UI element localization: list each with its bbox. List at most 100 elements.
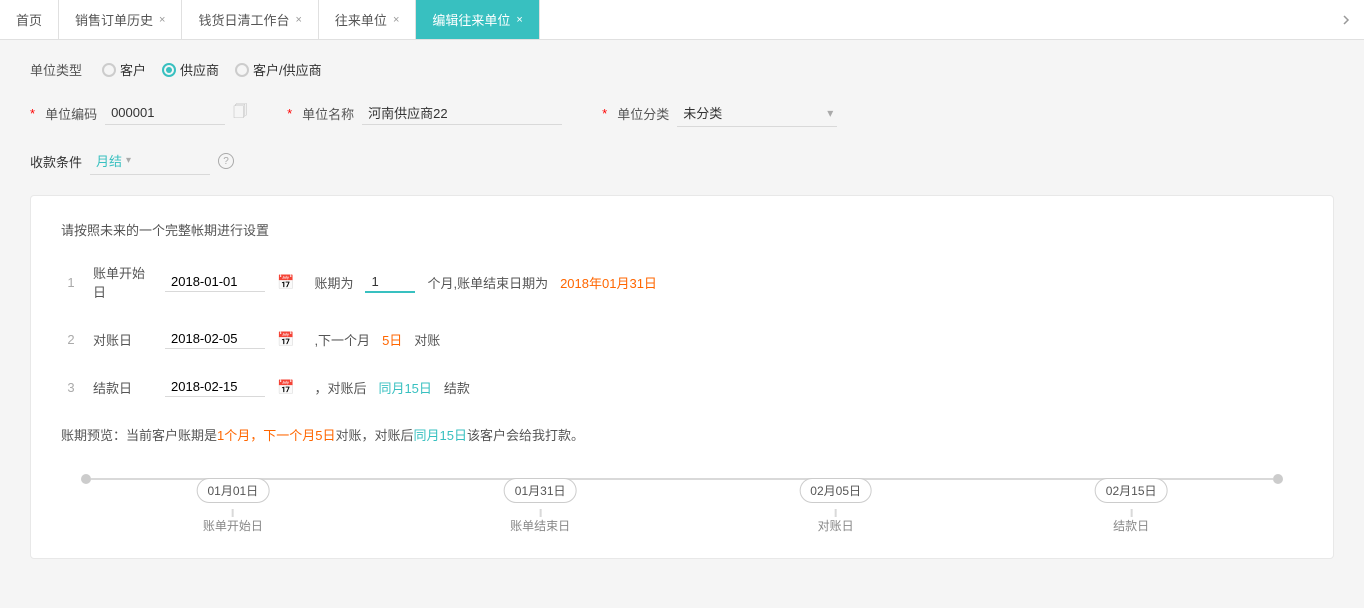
reconcile-highlight: 5日 [382,330,402,349]
required-star-cat: * [602,106,607,121]
period-num-2: 2 [61,332,81,347]
tab-partner[interactable]: 往来单位 × [319,0,416,39]
radio-customer-circle [102,63,116,77]
timeline-node-1: 01月01日 账单开始日 [196,478,269,534]
period-row-3: 3 结款日 📅 ，对账后同月15日 结款 [61,377,1303,397]
required-star-code: * [30,106,35,121]
timeline-left-dot [81,474,91,484]
timeline-inner: 01月01日 账单开始日 01月31日 账单结束日 02月05日 对账 [81,474,1283,484]
unit-category-field: * 单位分类 未分类 ▾ [602,99,833,127]
reconcile-date-cal-icon[interactable]: 📅 [277,331,294,348]
preview-text4: 同月15日 [414,428,467,443]
radio-customer-label: 客户 [120,60,146,79]
unit-name-input[interactable] [362,101,562,125]
copy-icon[interactable]: 🗍 [233,101,247,125]
help-icon[interactable]: ? [218,153,234,169]
tl-badge-2: 01月31日 [504,478,577,503]
period-num-3: 3 [61,380,81,395]
reconcile-suffix: 对账 [414,330,440,349]
tl-badge-3: 02月05日 [799,478,872,503]
tab-cash-work[interactable]: 钱货日清工作台 × [182,0,318,39]
tab-partner-close[interactable]: × [393,14,399,26]
tab-partner-label: 往来单位 [335,10,387,29]
card-instruction: 请按照未来的一个完整帐期进行设置 [61,220,1303,239]
timeline-node-4: 02月15日 结款日 [1095,478,1168,534]
payment-cond-value: 月结 [96,151,122,170]
period-suffix-after: 个月,账单结束日期为 [427,273,548,292]
settlement-highlight: 同月15日 [378,378,431,397]
period-num-1: 1 [61,275,81,290]
required-star-name: * [287,106,292,121]
tl-connector-3 [835,509,837,517]
tab-home[interactable]: 首页 [0,0,59,39]
tab-edit-partner-close[interactable]: × [516,14,522,26]
tab-edit-partner-label: 编辑往来单位 [432,10,510,29]
reconcile-prefix: ,下一个月 [314,330,370,349]
tl-label-1: 账单开始日 [203,517,263,534]
category-chevron-icon: ▾ [827,106,833,120]
radio-supplier[interactable]: 供应商 [162,60,219,79]
timeline-node-2: 01月31日 账单结束日 [504,478,577,534]
payment-cond-label: 收款条件 [30,152,82,171]
tab-sales-history-label: 销售订单历史 [75,10,153,29]
reconcile-date-input[interactable] [165,329,265,349]
tab-bar: 首页 销售订单历史 × 钱货日清工作台 × 往来单位 × 编辑往来单位 × [0,0,1364,40]
payment-cond-select[interactable]: 月结 ▾ [90,147,210,175]
tab-edit-partner[interactable]: 编辑往来单位 × [416,0,539,39]
radio-both-circle [235,63,249,77]
tab-cash-work-close[interactable]: × [295,14,301,26]
period-label-3: 结款日 [93,378,153,397]
timeline: 01月01日 账单开始日 01月31日 账单结束日 02月05日 对账 [61,474,1303,534]
tab-cash-work-label: 钱货日清工作台 [198,10,289,29]
period-row-1: 1 账单开始日 📅 账期为 个月,账单结束日期为 2018年01月31日 [61,263,1303,301]
period-suffix-before: 账期为 [314,273,353,292]
start-date-input[interactable] [165,272,265,292]
start-date-cal-icon[interactable]: 📅 [277,274,294,291]
timeline-right-dot [1273,474,1283,484]
tab-sales-history-close[interactable]: × [159,14,165,26]
unit-name-label: 单位名称 [302,104,354,123]
settings-card: 请按照未来的一个完整帐期进行设置 1 账单开始日 📅 账期为 个月,账单结束日期… [30,195,1334,559]
unit-code-label: 单位编码 [45,104,97,123]
period-row-2: 2 对账日 📅 ,下一个月 5日 对账 [61,329,1303,349]
radio-supplier-circle [162,63,176,77]
settlement-prefix: ，对账后 [314,378,366,397]
radio-both-label: 客户/供应商 [253,60,322,79]
tab-sales-history[interactable]: 销售订单历史 × [59,0,182,39]
payment-cond-row: 收款条件 月结 ▾ ? [30,147,1334,175]
radio-supplier-label: 供应商 [180,60,219,79]
tl-connector-4 [1130,509,1132,517]
unit-type-field: 单位类型 [30,60,82,79]
unit-code-field: * 单位编码 🗍 [30,101,247,125]
preview-text2: 下一个月5日 [263,428,335,443]
unit-info-row: * 单位编码 🗍 * 单位名称 * 单位分类 未分类 ▾ [30,99,1334,127]
unit-type-label: 单位类型 [30,60,82,79]
period-label-1: 账单开始日 [93,263,153,301]
settlement-date-cal-icon[interactable]: 📅 [277,379,294,396]
period-label-2: 对账日 [93,330,153,349]
payment-cond-chevron-icon: ▾ [126,155,131,166]
preview-text: 账期预览：当前客户账期是1个月，下一个月5日对账，对账后同月15日该客户会给我打… [61,425,1303,444]
radio-both[interactable]: 客户/供应商 [235,60,322,79]
preview-period: 1个月， [217,428,263,443]
unit-code-input[interactable] [105,101,225,125]
preview-text3: 对账，对账后 [335,428,413,443]
tl-label-3: 对账日 [818,517,854,534]
preview-text5: 该客户会给我打款。 [467,428,584,443]
settlement-suffix: 结款 [444,378,470,397]
radio-group: 客户 供应商 客户/供应商 [102,60,322,79]
radio-customer[interactable]: 客户 [102,60,146,79]
tl-label-4: 结款日 [1113,517,1149,534]
period-value-input[interactable] [365,272,415,293]
tl-label-2: 账单结束日 [510,517,570,534]
preview-label: 账期预览：当前客户账期是 [61,428,217,443]
settlement-date-input[interactable] [165,377,265,397]
tab-home-label: 首页 [16,10,42,29]
unit-type-row: 单位类型 客户 供应商 客户/供应商 [30,60,1334,79]
tab-more-button[interactable] [1328,0,1364,39]
main-content: 单位类型 客户 供应商 客户/供应商 * 单位编码 🗍 [0,40,1364,608]
end-date-value: 2018年01月31日 [560,273,657,292]
unit-category-select[interactable]: 未分类 [677,99,837,127]
unit-category-value: 未分类 [683,103,722,122]
unit-category-label: 单位分类 [617,104,669,123]
